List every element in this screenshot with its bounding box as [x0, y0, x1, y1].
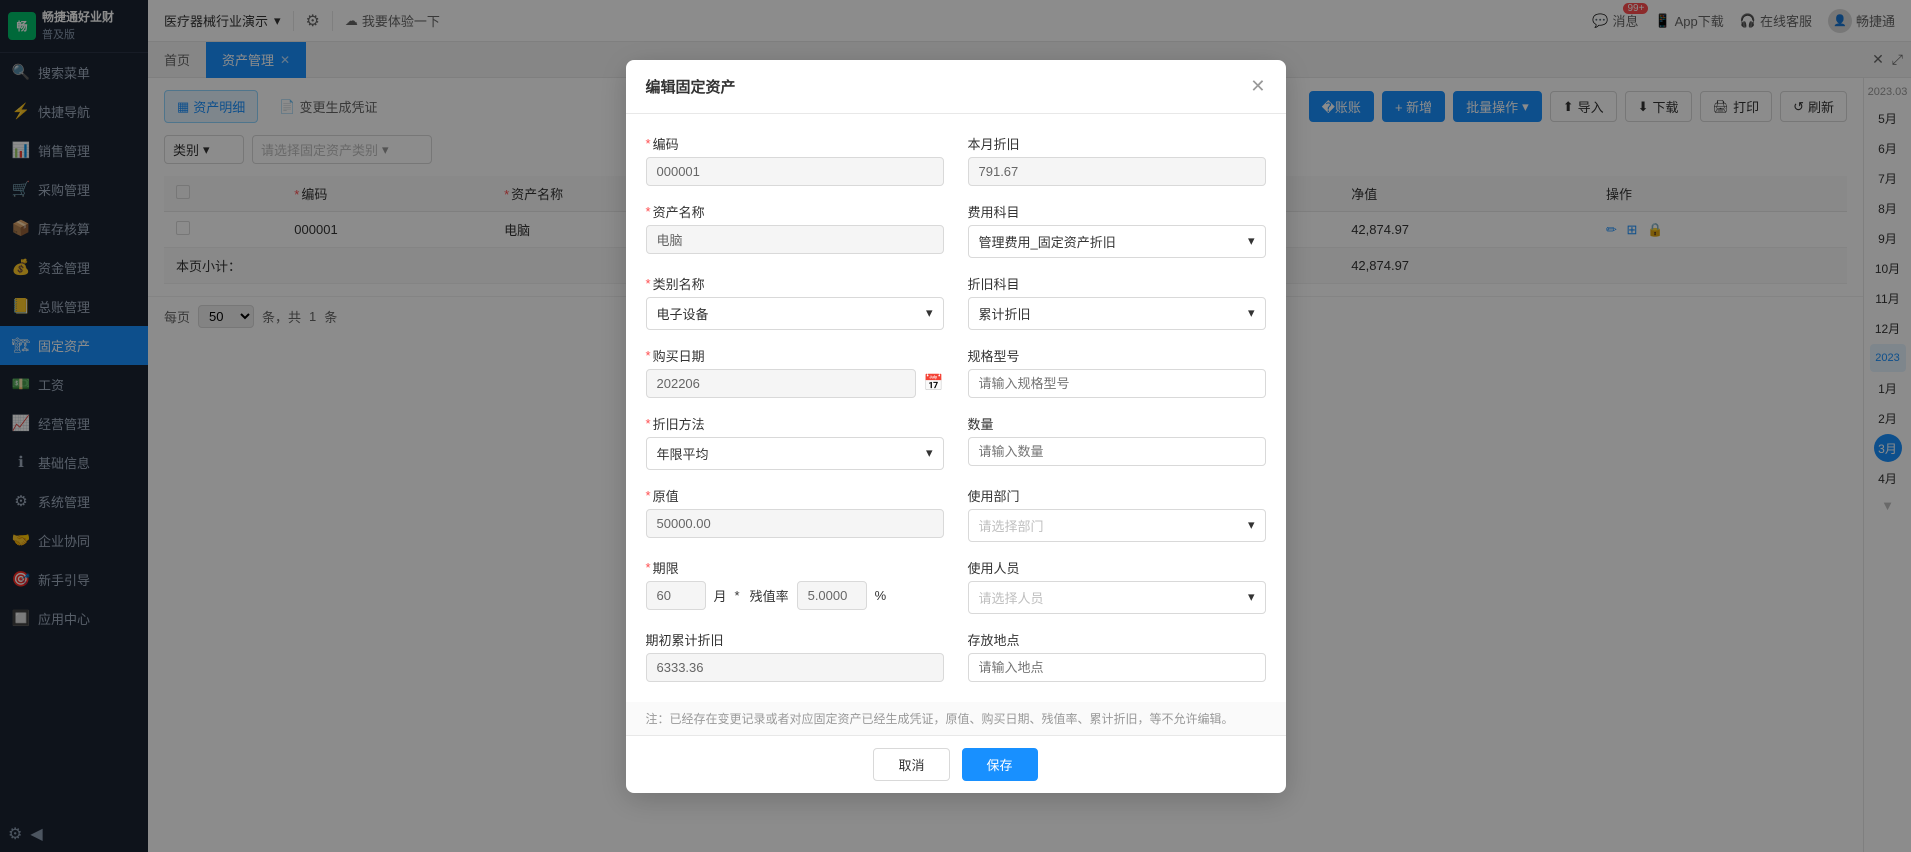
spec-model-input[interactable] [968, 369, 1266, 398]
category-select[interactable]: 电子设备 ▾ [646, 297, 944, 330]
form-group-code: * 编码 [646, 134, 944, 186]
form-group-quantity: 数量 [968, 414, 1266, 470]
form-group-asset-name: * 资产名称 [646, 202, 944, 258]
monthly-depreciation-input [968, 157, 1266, 186]
form-group-monthly-depreciation: 本月折旧 [968, 134, 1266, 186]
form-group-period: * 期限 月 * 残值率 % [646, 558, 944, 614]
monthly-dep-label: 本月折旧 [968, 134, 1266, 153]
user-select[interactable]: 请选择人员 ▾ [968, 581, 1266, 614]
asset-name-input[interactable] [646, 225, 944, 254]
cancel-button[interactable]: 取消 [873, 748, 949, 781]
storage-location-label: 存放地点 [968, 630, 1266, 649]
modal-title: 编辑固定资产 [646, 76, 736, 97]
asset-name-label: * 资产名称 [646, 202, 944, 221]
user-dropdown-icon: ▾ [1248, 589, 1255, 605]
modal-footer: 取消 保存 [626, 735, 1286, 793]
code-label: * 编码 [646, 134, 944, 153]
code-input[interactable] [646, 157, 944, 186]
modal-overlay: 编辑固定资产 ✕ * 编码 本月折旧 * 资产名称 [0, 0, 1911, 852]
purchase-date-label: * 购买日期 [646, 346, 944, 365]
modal-close-btn[interactable]: ✕ [1250, 76, 1265, 97]
department-dropdown-icon: ▾ [1248, 517, 1255, 533]
initial-accumulated-input [646, 653, 944, 682]
category-dropdown-icon: ▾ [926, 305, 933, 321]
spec-model-label: 规格型号 [968, 346, 1266, 365]
form-group-department: 使用部门 请选择部门 ▾ [968, 486, 1266, 542]
modal-note: 注：已经存在变更记录或者对应固定资产已经生成凭证，原值、购买日期、残值率、累计折… [626, 702, 1286, 735]
department-select[interactable]: 请选择部门 ▾ [968, 509, 1266, 542]
form-group-original-value: * 原值 [646, 486, 944, 542]
modal-body: * 编码 本月折旧 * 资产名称 费用科目 管理费用_固定 [626, 114, 1286, 702]
period-label: * 期限 [646, 558, 944, 577]
expense-subject-select[interactable]: 管理费用_固定资产折旧 ▾ [968, 225, 1266, 258]
form-group-initial-accumulated: 期初累计折旧 [646, 630, 944, 682]
dep-method-label: * 折旧方法 [646, 414, 944, 433]
form-group-storage-location: 存放地点 [968, 630, 1266, 682]
form-group-user: 使用人员 请选择人员 ▾ [968, 558, 1266, 614]
form-group-expense-subject: 费用科目 管理费用_固定资产折旧 ▾ [968, 202, 1266, 258]
initial-accumulated-label: 期初累计折旧 [646, 630, 944, 649]
dep-subject-dropdown-icon: ▾ [1248, 305, 1255, 321]
storage-location-input[interactable] [968, 653, 1266, 682]
category-label: * 类别名称 [646, 274, 944, 293]
form-group-purchase-date: * 购买日期 📅 [646, 346, 944, 398]
original-value-input[interactable] [646, 509, 944, 538]
expense-subject-dropdown-icon: ▾ [1248, 233, 1255, 249]
department-label: 使用部门 [968, 486, 1266, 505]
calendar-icon[interactable]: 📅 [924, 373, 944, 393]
dep-subject-label: 折旧科目 [968, 274, 1266, 293]
quantity-label: 数量 [968, 414, 1266, 433]
user-label: 使用人员 [968, 558, 1266, 577]
form-group-depreciation-subject: 折旧科目 累计折旧 ▾ [968, 274, 1266, 330]
purchase-date-input[interactable] [646, 369, 916, 398]
dep-subject-select[interactable]: 累计折旧 ▾ [968, 297, 1266, 330]
residual-rate-input[interactable] [797, 581, 867, 610]
original-value-label: * 原值 [646, 486, 944, 505]
form-group-category: * 类别名称 电子设备 ▾ [646, 274, 944, 330]
edit-asset-modal: 编辑固定资产 ✕ * 编码 本月折旧 * 资产名称 [626, 60, 1286, 793]
form-group-dep-method: * 折旧方法 年限平均 ▾ [646, 414, 944, 470]
expense-subject-label: 费用科目 [968, 202, 1266, 221]
form-group-spec-model: 规格型号 [968, 346, 1266, 398]
period-input[interactable] [646, 581, 706, 610]
dep-method-select[interactable]: 年限平均 ▾ [646, 437, 944, 470]
modal-header: 编辑固定资产 ✕ [626, 60, 1286, 114]
dep-method-dropdown-icon: ▾ [926, 445, 933, 461]
quantity-input[interactable] [968, 437, 1266, 466]
save-button[interactable]: 保存 [962, 748, 1038, 781]
